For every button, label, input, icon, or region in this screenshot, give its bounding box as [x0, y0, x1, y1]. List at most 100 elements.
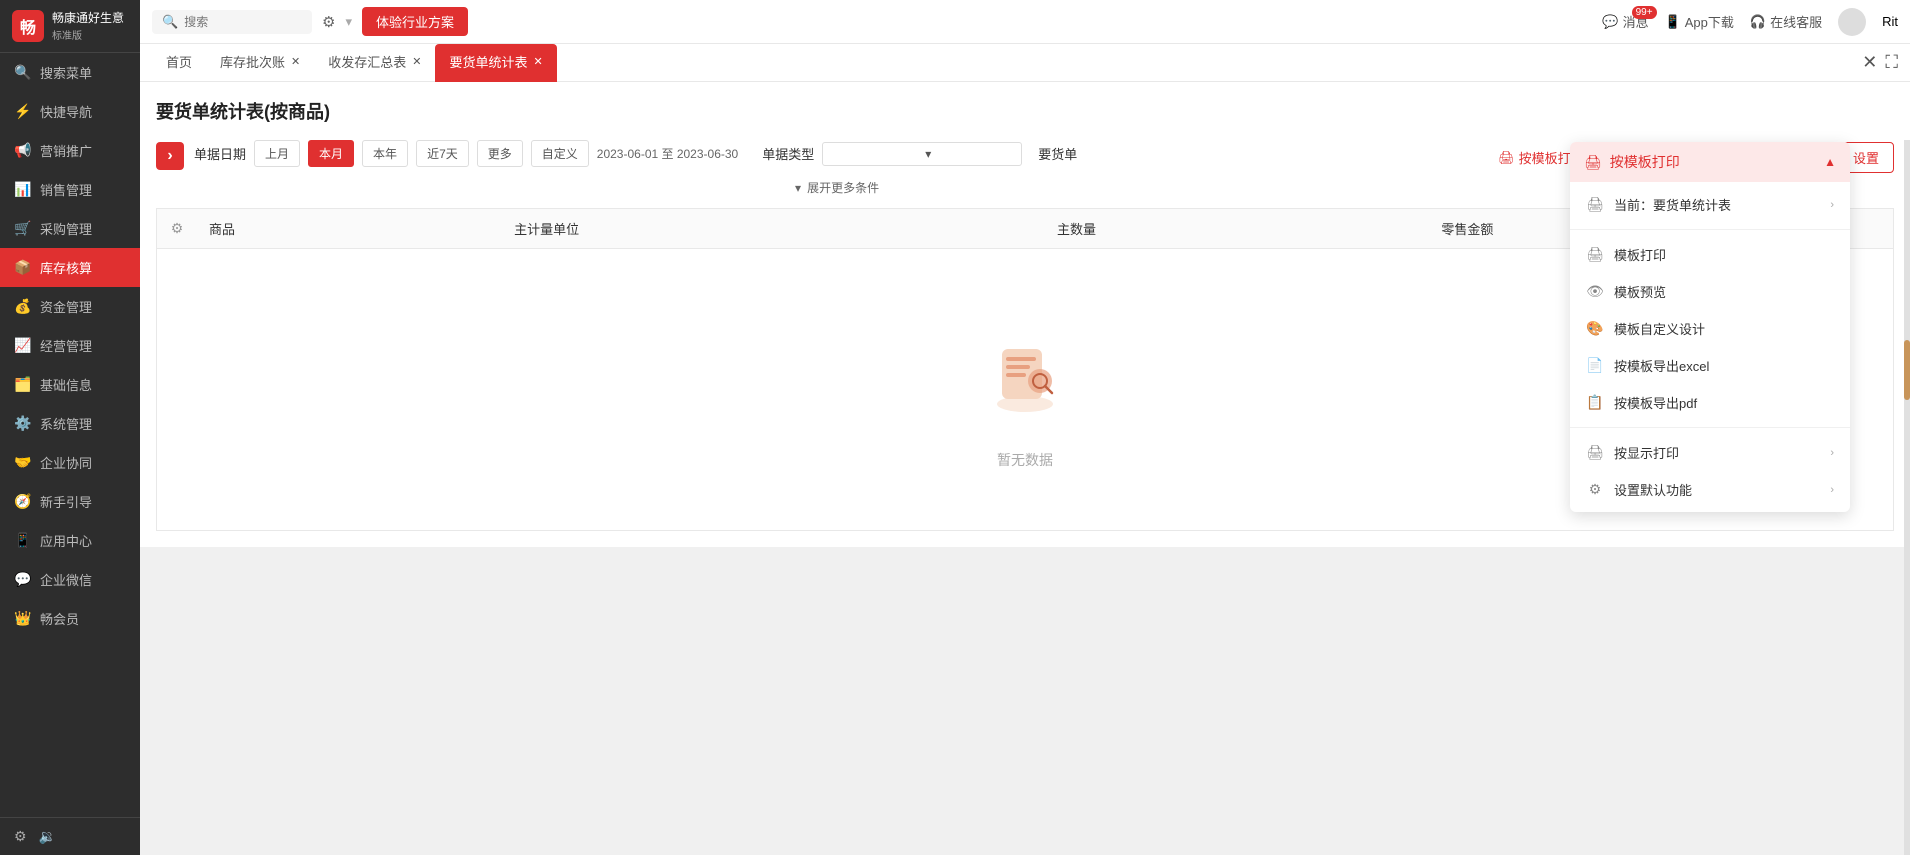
- scrollbar-thumb[interactable]: [1904, 340, 1910, 400]
- tab-order-summary-close[interactable]: ✕: [534, 55, 543, 68]
- tab-expand-icon[interactable]: ⛶: [1885, 52, 1898, 73]
- footer-settings-icon[interactable]: ⚙: [14, 828, 27, 845]
- date-btn-last-month[interactable]: 上月: [254, 140, 300, 167]
- quicknav-icon: ⚡: [14, 103, 32, 121]
- app-edition: 标准版: [52, 27, 124, 42]
- type-select[interactable]: ▾: [822, 142, 1022, 166]
- sidebar-item-label: 库存核算: [40, 258, 92, 277]
- dropdown-item-template-print[interactable]: 🖨 模板打印: [1570, 236, 1850, 273]
- search-input[interactable]: [184, 15, 302, 29]
- dropdown-header: 🖨 按模板打印 ▲: [1570, 142, 1850, 182]
- page-title: 要货单统计表(按商品): [156, 98, 1894, 124]
- topbar-gear-icon[interactable]: ⚙: [322, 13, 335, 31]
- messages-btn[interactable]: 💬 消息 99+: [1602, 12, 1648, 31]
- user-name: Rit: [1882, 14, 1898, 29]
- topbar-search-box[interactable]: 🔍: [152, 10, 312, 34]
- sidebar-item-finance[interactable]: 💰 资金管理: [0, 287, 140, 326]
- date-btn-this-year[interactable]: 本年: [362, 140, 408, 167]
- sidebar-item-purchase[interactable]: 🛒 采购管理: [0, 209, 140, 248]
- dropdown-current-section: 🖨 当前：要货单统计表 ›: [1570, 182, 1850, 227]
- sidebar-item-quicknav[interactable]: ⚡ 快捷导航: [0, 92, 140, 131]
- sidebar-item-sales[interactable]: 📊 销售管理: [0, 170, 140, 209]
- export-pdf-label: 按模板导出pdf: [1614, 393, 1697, 412]
- dropdown-title: 🖨 按模板打印: [1584, 152, 1680, 172]
- sidebar-item-newguide[interactable]: 🧭 新手引导: [0, 482, 140, 521]
- tab-close-all-icon[interactable]: ✕: [1862, 52, 1877, 73]
- default-function-arrow: ›: [1830, 484, 1834, 496]
- dropdown-item-template-preview[interactable]: 👁 模板预览: [1570, 273, 1850, 310]
- tab-order-summary[interactable]: 要货单统计表 ✕: [435, 44, 556, 82]
- sidebar-item-search[interactable]: 🔍 搜索菜单: [0, 53, 140, 92]
- template-print-label: 模板打印: [1614, 245, 1666, 264]
- tab-receipts-summary-label: 收发存汇总表: [328, 52, 406, 71]
- dropdown-item-export-excel[interactable]: 📄 按模板导出excel: [1570, 347, 1850, 384]
- sidebar-item-label: 新手引导: [40, 492, 92, 511]
- sidebar-item-member[interactable]: 👑 畅会员: [0, 599, 140, 638]
- date-btn-more[interactable]: 更多: [477, 140, 523, 167]
- expand-label: 展开更多条件: [807, 179, 879, 196]
- dropdown-display-print[interactable]: 🖨 按显示打印 ›: [1570, 434, 1850, 471]
- search-menu-icon: 🔍: [14, 64, 32, 82]
- dropdown-current-item[interactable]: 🖨 当前：要货单统计表 ›: [1570, 186, 1850, 223]
- col-settings[interactable]: ⚙: [157, 209, 197, 249]
- online-service-btn[interactable]: 🎧 在线客服: [1750, 12, 1822, 31]
- appcenter-icon: 📱: [14, 532, 32, 550]
- tab-inventory-batch-label: 库存批次账: [220, 52, 285, 71]
- tab-order-summary-label: 要货单统计表: [449, 52, 527, 71]
- sidebar-item-inventory[interactable]: 📦 库存核算: [0, 248, 140, 287]
- col-goods: 商品: [197, 209, 502, 249]
- sidebar-item-appcenter[interactable]: 📱 应用中心: [0, 521, 140, 560]
- current-arrow-icon: ›: [1830, 199, 1834, 211]
- tab-inventory-batch-close[interactable]: ✕: [291, 55, 300, 68]
- sidebar-item-basic[interactable]: 🗂️ 基础信息: [0, 365, 140, 404]
- logo-icon: 畅: [12, 10, 44, 42]
- tab-home-label: 首页: [166, 52, 192, 71]
- topbar: 🔍 ⚙ ▾ 体验行业方案 💬 消息 99+ 📱 App下载 🎧 在线客服 Rit: [140, 0, 1910, 44]
- col-unit: 主计量单位: [502, 209, 1045, 249]
- sidebar-item-operation[interactable]: 📈 经营管理: [0, 326, 140, 365]
- tab-inventory-batch[interactable]: 库存批次账 ✕: [206, 44, 314, 82]
- tab-receipts-summary-close[interactable]: ✕: [412, 55, 421, 68]
- app-download-btn[interactable]: 📱 App下载: [1665, 12, 1734, 31]
- purchase-icon: 🛒: [14, 220, 32, 238]
- filter-controls: 单据日期 上月 本月 本年 近7天 更多 自定义 2023-06-01 至 20…: [194, 140, 1480, 200]
- sidebar-footer: ⚙ 🔉: [0, 817, 140, 855]
- sidebar-item-label: 销售管理: [40, 180, 92, 199]
- trial-button[interactable]: 体验行业方案: [362, 7, 468, 36]
- date-btn-this-month[interactable]: 本月: [308, 140, 354, 167]
- sidebar-nav: 🔍 搜索菜单 ⚡ 快捷导航 📢 营销推广 📊 销售管理 🛒 采购管理 📦 库存核…: [0, 53, 140, 817]
- dropdown-print-icon: 🖨: [1584, 154, 1602, 171]
- current-template-label: 当前：要货单统计表: [1614, 195, 1731, 214]
- display-print-label: 按显示打印: [1614, 443, 1679, 462]
- sidebar-item-collab[interactable]: 🤝 企业协同: [0, 443, 140, 482]
- dropdown-collapse-icon[interactable]: ▲: [1824, 155, 1836, 169]
- wechat-icon: 💬: [14, 571, 32, 589]
- export-pdf-icon: 📋: [1586, 394, 1604, 411]
- sidebar-item-system[interactable]: ⚙️ 系统管理: [0, 404, 140, 443]
- sidebar-item-label: 畅会员: [40, 609, 79, 628]
- tab-home[interactable]: 首页: [152, 44, 206, 82]
- tab-receipts-summary[interactable]: 收发存汇总表 ✕: [314, 44, 435, 82]
- date-btn-custom[interactable]: 自定义: [531, 140, 589, 167]
- current-template-icon: 🖨: [1586, 196, 1604, 213]
- scrollbar-track[interactable]: [1904, 140, 1910, 855]
- date-btn-7days[interactable]: 近7天: [416, 140, 469, 167]
- expand-conditions-btn[interactable]: ▾ 展开更多条件: [194, 175, 1480, 200]
- collab-icon: 🤝: [14, 454, 32, 472]
- template-preview-label: 模板预览: [1614, 282, 1666, 301]
- dropdown-item-export-pdf[interactable]: 📋 按模板导出pdf: [1570, 384, 1850, 421]
- dropdown-item-template-design[interactable]: 🎨 模板自定义设计: [1570, 310, 1850, 347]
- operation-icon: 📈: [14, 337, 32, 355]
- template-print-dropdown: 🖨 按模板打印 ▲ 🖨 当前：要货单统计表 › 🖨 模板打印 👁 模板预览 🎨 …: [1570, 142, 1850, 512]
- column-settings-icon[interactable]: ⚙: [171, 220, 184, 236]
- filter-toggle-btn[interactable]: ›: [156, 142, 184, 170]
- sidebar-item-label: 采购管理: [40, 219, 92, 238]
- user-avatar[interactable]: [1838, 8, 1866, 36]
- sidebar-item-wechat[interactable]: 💬 企业微信: [0, 560, 140, 599]
- dropdown-title-text: 按模板打印: [1610, 152, 1680, 172]
- sidebar: 畅 畅康通好生意 标准版 🔍 搜索菜单 ⚡ 快捷导航 📢 营销推广 📊 销售管理…: [0, 0, 140, 855]
- service-label: 在线客服: [1770, 12, 1822, 31]
- dropdown-default-function[interactable]: ⚙ 设置默认功能 ›: [1570, 471, 1850, 508]
- footer-sound-icon[interactable]: 🔉: [39, 828, 56, 845]
- sidebar-item-marketing[interactable]: 📢 营销推广: [0, 131, 140, 170]
